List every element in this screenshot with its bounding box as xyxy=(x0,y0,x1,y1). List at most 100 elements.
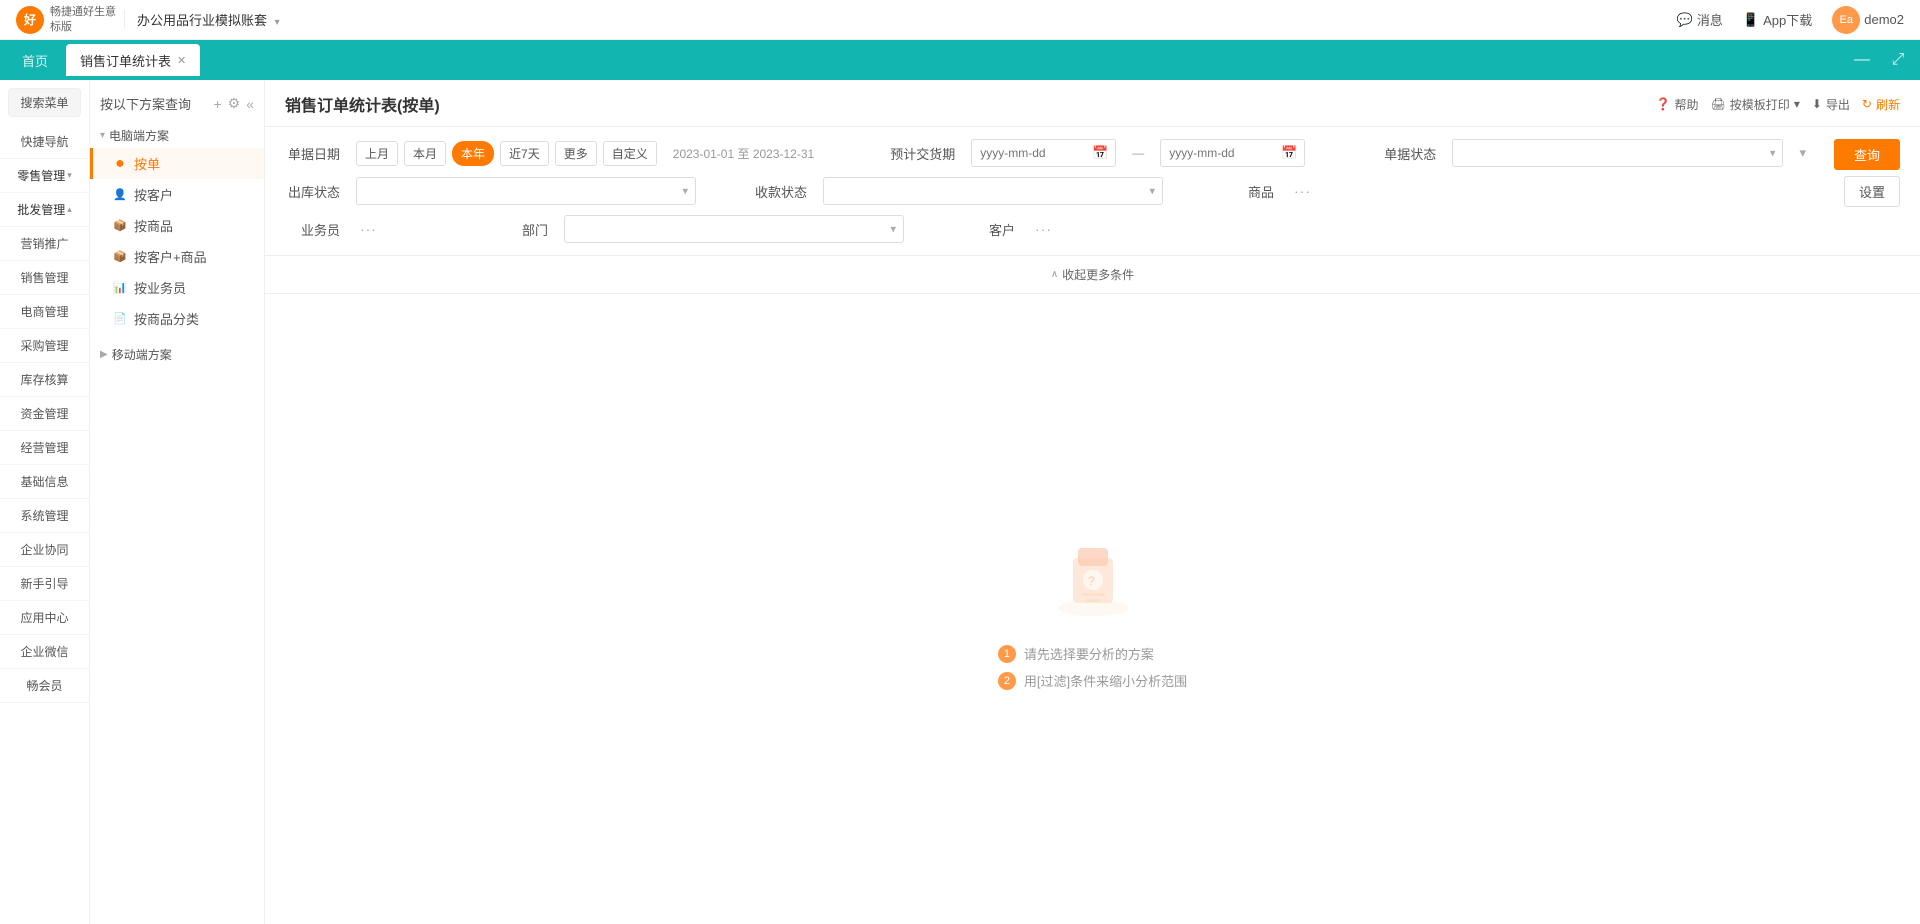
retail-arrow-icon: ▾ xyxy=(67,170,72,181)
scheme-section-mobile-header[interactable]: ▶ 移动端方案 xyxy=(90,342,264,367)
print-button[interactable]: 🖨 按模板打印 ▾ xyxy=(1711,96,1800,113)
expected-delivery-end-wrapper: 📅 xyxy=(1160,139,1305,167)
scheme-item-by-product[interactable]: 📦 按商品 xyxy=(90,210,264,241)
page-header-row: 销售订单统计表(按单) ❓ 帮助 🖨 按模板打印 ▾ ⬇ 导出 xyxy=(285,92,1900,116)
filter-row-3: 业务员 ··· 部门 客户 ··· xyxy=(285,215,1806,243)
app-title-dropdown-icon[interactable]: ▾ xyxy=(275,17,280,28)
scheme-section-pc-header[interactable]: ▾ 电脑端方案 xyxy=(90,123,264,148)
sidebar-item-operations[interactable]: 经营管理 xyxy=(0,431,89,465)
settings-button[interactable]: 设置 xyxy=(1844,176,1900,207)
export-button[interactable]: ⬇ 导出 xyxy=(1812,96,1850,113)
tab-close-icon[interactable]: ✕ xyxy=(177,54,186,67)
empty-hints: 1 请先选择要分析的方案 2 用[过滤]条件来缩小分析范围 xyxy=(998,644,1187,690)
sidebar-item-newbie[interactable]: 新手引导 xyxy=(0,567,89,601)
product-label: 商品 xyxy=(1219,182,1274,201)
sidebar-item-appcenter[interactable]: 应用中心 xyxy=(0,601,89,635)
search-menu-button[interactable]: 搜索菜单 xyxy=(8,88,81,117)
settings-scheme-button[interactable]: ⚙ xyxy=(228,95,241,112)
payment-status-label: 收款状态 xyxy=(752,182,807,201)
order-status-select[interactable] xyxy=(1452,139,1783,167)
date-filter-label: 单据日期 xyxy=(285,144,340,163)
sidebar-item-member[interactable]: 畅会员 xyxy=(0,669,89,703)
message-button[interactable]: 💬 消息 xyxy=(1677,10,1723,29)
date-btn-last-7-days[interactable]: 近7天 xyxy=(500,141,549,166)
date-btn-custom[interactable]: 自定义 xyxy=(603,141,657,166)
sidebar-item-enterprise[interactable]: 企业协同 xyxy=(0,533,89,567)
export-icon: ⬇ xyxy=(1812,97,1822,111)
expected-delivery-start-wrapper: 📅 xyxy=(971,139,1116,167)
shipping-status-select[interactable] xyxy=(356,177,696,205)
collapse-conditions-button[interactable]: ∧ 收起更多条件 xyxy=(1051,266,1134,283)
customer-more-icon[interactable]: ··· xyxy=(1035,221,1052,237)
expected-delivery-label: 预计交货期 xyxy=(890,144,955,163)
query-button[interactable]: 查询 xyxy=(1834,139,1900,170)
logo-icon: 好 xyxy=(16,6,44,34)
empty-hint-1: 1 请先选择要分析的方案 xyxy=(998,644,1187,663)
print-icon: 🖨 xyxy=(1711,97,1726,111)
more-conditions-bar: ∧ 收起更多条件 xyxy=(265,256,1920,294)
order-status-dropdown-icon: ▾ xyxy=(1799,145,1806,161)
date-btn-this-month[interactable]: 本月 xyxy=(404,141,446,166)
user-menu[interactable]: Ea demo2 xyxy=(1832,6,1904,34)
department-select-wrapper xyxy=(564,215,904,243)
scheme-item-by-category[interactable]: 📄 按商品分类 xyxy=(90,303,264,334)
department-label: 部门 xyxy=(493,220,548,239)
date-options-group: 上月 本月 本年 近7天 更多 自定义 xyxy=(356,141,657,166)
left-panel: 按以下方案查询 + ⚙ « ▾ 电脑端方案 ● 按单 👤 按客户 📦 按商 xyxy=(90,80,265,924)
filter-area: 单据日期 上月 本月 本年 近7天 更多 自定义 2023-01-01 至 20… xyxy=(265,127,1920,256)
sidebar-item-sales[interactable]: 销售管理 xyxy=(0,261,89,295)
tab-maximize-icon[interactable]: ⤢ xyxy=(1884,46,1912,74)
scheme-by-category-icon: 📄 xyxy=(112,311,128,327)
tab-sales-order-stats[interactable]: 销售订单统计表 ✕ xyxy=(66,44,200,76)
scheme-item-by-customer[interactable]: 👤 按客户 xyxy=(90,179,264,210)
scheme-item-by-salesperson[interactable]: 📊 按业务员 xyxy=(90,272,264,303)
app-title[interactable]: 办公用品行业模拟账套 ▾ xyxy=(124,10,280,29)
page-header: 销售订单统计表(按单) ❓ 帮助 🖨 按模板打印 ▾ ⬇ 导出 xyxy=(265,80,1920,127)
help-button[interactable]: ❓ 帮助 xyxy=(1656,96,1699,113)
sidebar-item-finance[interactable]: 资金管理 xyxy=(0,397,89,431)
tab-bar-actions: — ⤢ xyxy=(1848,46,1912,74)
query-settings-group: 查询 设置 xyxy=(1834,139,1900,207)
add-scheme-button[interactable]: + xyxy=(213,96,221,112)
sidebar-item-wholesale[interactable]: 批发管理 ▴ xyxy=(0,193,89,227)
refresh-button[interactable]: ↻ 刷新 xyxy=(1862,96,1900,113)
scheme-by-customer-product-icon: 📦 xyxy=(112,249,128,265)
expected-delivery-end-input[interactable] xyxy=(1160,139,1305,167)
date-btn-last-month[interactable]: 上月 xyxy=(356,141,398,166)
scheme-item-by-customer-product[interactable]: 📦 按客户+商品 xyxy=(90,241,264,272)
customer-label: 客户 xyxy=(960,220,1015,239)
sidebar: 搜索菜单 快捷导航 零售管理 ▾ 批发管理 ▴ 营销推广 销售管理 电商管理 采… xyxy=(0,80,90,924)
avatar: Ea xyxy=(1832,6,1860,34)
message-icon: 💬 xyxy=(1677,12,1693,28)
sidebar-item-quick-nav[interactable]: 快捷导航 xyxy=(0,125,89,159)
payment-status-select[interactable] xyxy=(823,177,1163,205)
sidebar-item-purchase[interactable]: 采购管理 xyxy=(0,329,89,363)
shipping-status-label: 出库状态 xyxy=(285,182,340,201)
empty-illustration: ? xyxy=(1043,528,1143,628)
collapse-panel-button[interactable]: « xyxy=(246,96,254,112)
help-icon: ❓ xyxy=(1656,97,1671,111)
sidebar-item-ecommerce[interactable]: 电商管理 xyxy=(0,295,89,329)
tab-minimize-icon[interactable]: — xyxy=(1848,46,1876,74)
collapse-icon: ∧ xyxy=(1051,269,1058,280)
scheme-section-pc-arrow-icon: ▾ xyxy=(100,130,105,141)
scheme-section-pc: ▾ 电脑端方案 ● 按单 👤 按客户 📦 按商品 📦 按客户+商品 📊 按业 xyxy=(90,119,264,338)
scheme-item-by-order[interactable]: ● 按单 xyxy=(90,148,264,179)
sidebar-item-basicinfo[interactable]: 基础信息 xyxy=(0,465,89,499)
sidebar-item-inventory[interactable]: 库存核算 xyxy=(0,363,89,397)
date-btn-this-year[interactable]: 本年 xyxy=(452,141,494,166)
top-bar-right: 💬 消息 📱 App下载 Ea demo2 xyxy=(1677,6,1904,34)
app-download-button[interactable]: 📱 App下载 xyxy=(1743,10,1812,29)
sidebar-item-marketing[interactable]: 营销推广 xyxy=(0,227,89,261)
tab-home[interactable]: 首页 xyxy=(8,44,62,76)
sidebar-item-corpwechat[interactable]: 企业微信 xyxy=(0,635,89,669)
date-btn-more[interactable]: 更多 xyxy=(555,141,597,166)
department-select[interactable] xyxy=(564,215,904,243)
salesperson-more-icon[interactable]: ··· xyxy=(360,221,377,237)
sidebar-item-system[interactable]: 系统管理 xyxy=(0,499,89,533)
top-bar: 好 畅捷通好生意 标版 办公用品行业模拟账套 ▾ 💬 消息 📱 App下载 Ea… xyxy=(0,0,1920,40)
expected-delivery-start-input[interactable] xyxy=(971,139,1116,167)
filter-row-2: 出库状态 收款状态 商品 ··· xyxy=(285,177,1806,205)
sidebar-item-retail[interactable]: 零售管理 ▾ xyxy=(0,159,89,193)
product-more-icon[interactable]: ··· xyxy=(1294,183,1311,199)
